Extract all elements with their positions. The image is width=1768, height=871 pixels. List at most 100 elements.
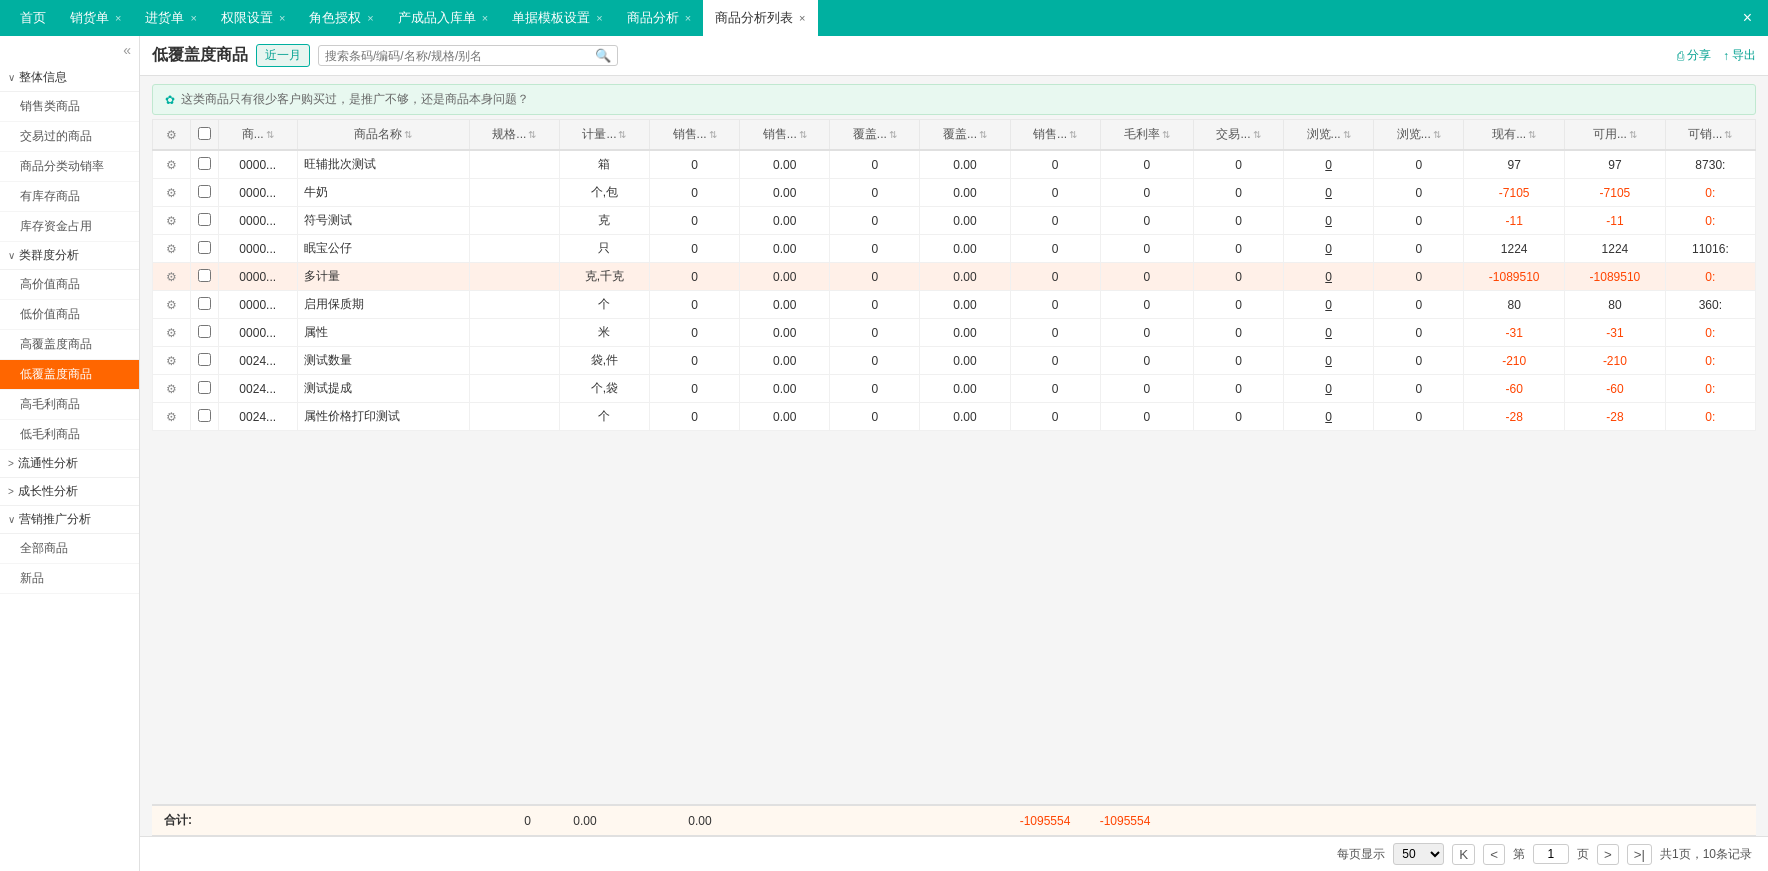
nav-item-sales[interactable]: 销货单 × (58, 0, 133, 36)
first-page-button[interactable]: K (1452, 844, 1475, 865)
row-view1[interactable]: 0 (1284, 319, 1374, 347)
nav-item-purchase[interactable]: 进货单 × (133, 0, 208, 36)
sort-icon[interactable]: ⇅ (1162, 129, 1170, 140)
sort-icon[interactable]: ⇅ (1528, 129, 1536, 140)
sidebar-item-all-products[interactable]: 全部商品 (0, 534, 139, 564)
row-settings[interactable]: ⚙ (153, 179, 191, 207)
sort-icon[interactable]: ⇅ (618, 129, 626, 140)
nav-item-analysis[interactable]: 商品分析 × (615, 0, 703, 36)
filter-button[interactable]: 近一月 (256, 44, 310, 67)
sort-icon[interactable]: ⇅ (1629, 129, 1637, 140)
last-page-button[interactable]: >| (1627, 844, 1652, 865)
sidebar-section-cluster[interactable]: ∨ 类群度分析 (0, 242, 139, 270)
nav-item-home[interactable]: 首页 (8, 0, 58, 36)
row-view1[interactable]: 0 (1284, 235, 1374, 263)
sort-icon[interactable]: ⇅ (528, 129, 536, 140)
sidebar-item-inventory-capital[interactable]: 库存资金占用 (0, 212, 139, 242)
sidebar-section-growth[interactable]: > 成长性分析 (0, 478, 139, 506)
sidebar-item-new-products[interactable]: 新品 (0, 564, 139, 594)
sidebar-item-low-margin[interactable]: 低毛利商品 (0, 420, 139, 450)
sort-icon[interactable]: ⇅ (266, 129, 274, 140)
row-checkbox[interactable] (190, 179, 218, 207)
sidebar-collapse-button[interactable]: « (0, 36, 139, 64)
sort-icon[interactable]: ⇅ (799, 129, 807, 140)
sort-icon[interactable]: ⇅ (1343, 129, 1351, 140)
row-settings[interactable]: ⚙ (153, 207, 191, 235)
row-settings[interactable]: ⚙ (153, 375, 191, 403)
share-button[interactable]: ⎙ 分享 (1677, 47, 1711, 64)
row-checkbox[interactable] (190, 263, 218, 291)
close-icon[interactable]: × (190, 12, 196, 24)
sort-icon[interactable]: ⇅ (1253, 129, 1261, 140)
row-settings[interactable]: ⚙ (153, 150, 191, 179)
row-settings[interactable]: ⚙ (153, 263, 191, 291)
row-view1[interactable]: 0 (1284, 207, 1374, 235)
row-checkbox[interactable] (190, 375, 218, 403)
nav-item-templates[interactable]: 单据模板设置 × (500, 0, 614, 36)
select-all-checkbox[interactable] (198, 127, 211, 140)
row-view1[interactable]: 0 (1284, 403, 1374, 431)
next-page-button[interactable]: > (1597, 844, 1619, 865)
sidebar-section-flow[interactable]: > 流通性分析 (0, 450, 139, 478)
row-checkbox[interactable] (190, 347, 218, 375)
row-select-checkbox[interactable] (198, 381, 211, 394)
sort-icon[interactable]: ⇅ (709, 129, 717, 140)
row-settings[interactable]: ⚙ (153, 235, 191, 263)
sidebar-item-category-rate[interactable]: 商品分类动销率 (0, 152, 139, 182)
row-view1[interactable]: 0 (1284, 347, 1374, 375)
checkbox-column-header[interactable] (190, 120, 218, 151)
sidebar-item-high-margin[interactable]: 高毛利商品 (0, 390, 139, 420)
row-select-checkbox[interactable] (198, 353, 211, 366)
close-icon[interactable]: × (482, 12, 488, 24)
row-settings[interactable]: ⚙ (153, 347, 191, 375)
close-icon[interactable]: × (596, 12, 602, 24)
sidebar-section-overall[interactable]: ∨ 整体信息 (0, 64, 139, 92)
table-wrapper[interactable]: ⚙ 商...⇅ 商品名称⇅ 规格...⇅ 计量...⇅ 销售...⇅ 销售...… (152, 119, 1756, 804)
sort-icon[interactable]: ⇅ (404, 129, 412, 140)
sidebar-section-marketing[interactable]: ∨ 营销推广分析 (0, 506, 139, 534)
close-icon[interactable]: × (367, 12, 373, 24)
row-select-checkbox[interactable] (198, 269, 211, 282)
row-select-checkbox[interactable] (198, 297, 211, 310)
nav-item-permissions[interactable]: 权限设置 × (209, 0, 297, 36)
sort-icon[interactable]: ⇅ (889, 129, 897, 140)
search-input[interactable] (325, 49, 595, 63)
row-settings[interactable]: ⚙ (153, 403, 191, 431)
row-select-checkbox[interactable] (198, 409, 211, 422)
row-select-checkbox[interactable] (198, 241, 211, 254)
sidebar-item-stocked-products[interactable]: 有库存商品 (0, 182, 139, 212)
row-checkbox[interactable] (190, 235, 218, 263)
nav-item-analysis-list[interactable]: 商品分析列表 × (703, 0, 817, 36)
row-select-checkbox[interactable] (198, 157, 211, 170)
row-view1[interactable]: 0 (1284, 375, 1374, 403)
sidebar-item-high-value[interactable]: 高价值商品 (0, 270, 139, 300)
sort-icon[interactable]: ⇅ (1433, 129, 1441, 140)
sidebar-item-high-coverage[interactable]: 高覆盖度商品 (0, 330, 139, 360)
row-checkbox[interactable] (190, 291, 218, 319)
sidebar-item-low-value[interactable]: 低价值商品 (0, 300, 139, 330)
row-select-checkbox[interactable] (198, 185, 211, 198)
row-view1[interactable]: 0 (1284, 291, 1374, 319)
sort-icon[interactable]: ⇅ (1724, 129, 1732, 140)
row-checkbox[interactable] (190, 319, 218, 347)
row-view1[interactable]: 0 (1284, 150, 1374, 179)
row-checkbox[interactable] (190, 150, 218, 179)
close-icon[interactable]: × (279, 12, 285, 24)
sidebar-item-low-coverage[interactable]: 低覆盖度商品 (0, 360, 139, 390)
nav-item-products[interactable]: 产成品入库单 × (386, 0, 500, 36)
page-input[interactable] (1533, 844, 1569, 864)
export-button[interactable]: ↑ 导出 (1723, 47, 1756, 64)
settings-column-header[interactable]: ⚙ (153, 120, 191, 151)
prev-page-button[interactable]: < (1483, 844, 1505, 865)
row-settings[interactable]: ⚙ (153, 291, 191, 319)
row-view1[interactable]: 0 (1284, 263, 1374, 291)
row-checkbox[interactable] (190, 403, 218, 431)
row-checkbox[interactable] (190, 207, 218, 235)
sort-icon[interactable]: ⇅ (979, 129, 987, 140)
nav-item-roles[interactable]: 角色授权 × (297, 0, 385, 36)
row-settings[interactable]: ⚙ (153, 319, 191, 347)
sort-icon[interactable]: ⇅ (1069, 129, 1077, 140)
close-icon[interactable]: × (799, 12, 805, 24)
row-select-checkbox[interactable] (198, 325, 211, 338)
close-all-button[interactable]: × (1735, 9, 1760, 27)
